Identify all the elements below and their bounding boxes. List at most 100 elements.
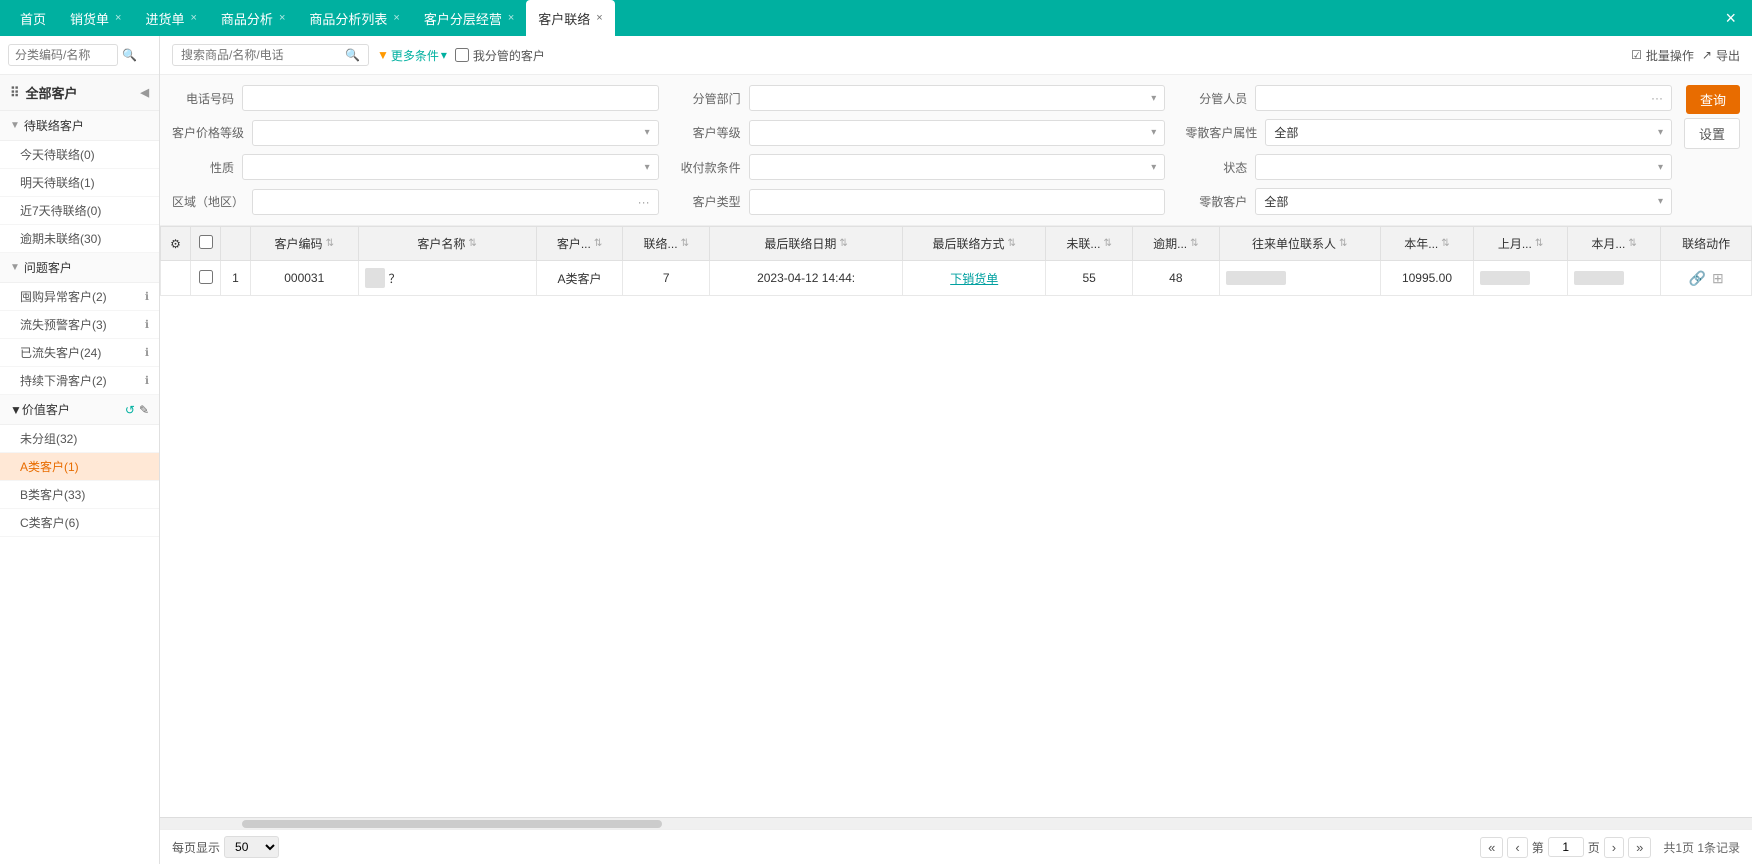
sort-code-icon[interactable]: ⇅: [326, 238, 334, 249]
customer-grade-chevron-icon: ▾: [1151, 127, 1156, 138]
sort-type-icon[interactable]: ⇅: [594, 238, 602, 249]
filter-payment-dropdown[interactable]: ▾: [749, 154, 1166, 180]
page-input[interactable]: [1548, 837, 1584, 857]
sidebar-group-problem-header[interactable]: ▼ 问题客户: [0, 253, 159, 283]
sidebar-all-customers[interactable]: ⠿ 全部客户 ◀: [0, 75, 159, 111]
close-product-tab[interactable]: ×: [279, 12, 285, 24]
filter-customer-type-input[interactable]: [749, 189, 1166, 215]
refresh-icon[interactable]: ↺: [125, 403, 135, 417]
close-product-list-tab[interactable]: ×: [393, 12, 399, 24]
my-customers-checkbox[interactable]: [455, 48, 469, 62]
filter-status-dropdown[interactable]: ▾: [1255, 154, 1672, 180]
sidebar-item-7days[interactable]: 近7天待联络(0): [0, 197, 159, 225]
filter-phone-input[interactable]: [242, 85, 659, 111]
sort-date-icon[interactable]: ⇅: [839, 238, 847, 249]
sidebar-search-input[interactable]: [8, 44, 118, 66]
customer-avatar: [365, 268, 385, 288]
next-page-btn[interactable]: ›: [1604, 837, 1624, 858]
batch-op-btn[interactable]: ☑ 批量操作: [1631, 47, 1694, 64]
col-gear: ⚙: [161, 227, 191, 261]
close-customer-contact-tab[interactable]: ×: [596, 12, 602, 24]
sort-overdue-icon[interactable]: ⇅: [1190, 238, 1198, 249]
sort-method-icon[interactable]: ⇅: [1008, 238, 1016, 249]
nav-product-list[interactable]: 商品分析列表 ×: [297, 0, 411, 36]
sidebar-item-tomorrow[interactable]: 明天待联络(1): [0, 169, 159, 197]
filter-price-grade-dropdown[interactable]: ▾: [252, 120, 659, 146]
sort-this-month-icon[interactable]: ⇅: [1628, 238, 1636, 249]
prev-page-btn[interactable]: ‹: [1507, 837, 1527, 858]
filter-customer-grade-dropdown[interactable]: ▾: [749, 120, 1166, 146]
sidebar-item-abnormal[interactable]: 囤购异常客户(2) ℹ: [0, 283, 159, 311]
row-checkbox[interactable]: [199, 270, 213, 284]
query-button[interactable]: 查询: [1686, 85, 1740, 114]
last-method-link[interactable]: 下销货单: [950, 272, 998, 286]
status-chevron-icon: ▾: [1658, 162, 1663, 173]
nav-home[interactable]: 首页: [8, 0, 58, 36]
sort-no-contact-icon[interactable]: ⇅: [1103, 238, 1111, 249]
nav-sales[interactable]: 销货单 ×: [58, 0, 133, 36]
col-overdue-header: 逾期... ⇅: [1132, 227, 1219, 261]
sidebar-group-pending-header[interactable]: ▼ 待联络客户: [0, 111, 159, 141]
sidebar-item-class-b[interactable]: B类客户(33): [0, 481, 159, 509]
filter-retail-dropdown[interactable]: 全部 ▾: [1255, 188, 1672, 215]
filter-customer-type: 客户类型: [679, 189, 1166, 215]
sidebar-item-class-c[interactable]: C类客户(6): [0, 509, 159, 537]
last-page-btn[interactable]: »: [1628, 837, 1651, 858]
filter-search-icon[interactable]: 🔍: [345, 48, 360, 62]
close-customer-segment-tab[interactable]: ×: [508, 12, 514, 24]
sort-contact-icon[interactable]: ⇅: [681, 238, 689, 249]
sort-name-icon[interactable]: ⇅: [468, 238, 476, 249]
filter-dept-dropdown[interactable]: ▾: [749, 85, 1166, 111]
adv-filter-row-2: 客户价格等级 ▾ 客户等级 ▾: [172, 119, 1672, 146]
sidebar-item-class-a[interactable]: A类客户(1): [0, 453, 159, 481]
sidebar-item-churn-warning[interactable]: 流失预警客户(3) ℹ: [0, 311, 159, 339]
filter-search-box: 🔍: [172, 44, 369, 66]
filter-nature-dropdown[interactable]: ▾: [242, 154, 659, 180]
col-no-contact-header: 未联... ⇅: [1046, 227, 1133, 261]
cell-last-date: 2023-04-12 14:44:: [710, 261, 903, 296]
settings-button[interactable]: 设置: [1684, 118, 1740, 149]
page-size-dropdown[interactable]: 20 50 100 200: [224, 836, 279, 858]
sidebar-item-today[interactable]: 今天待联络(0): [0, 141, 159, 169]
edit-icon[interactable]: ✎: [139, 403, 149, 417]
gear-icon[interactable]: ⚙: [170, 237, 181, 251]
nav-product-analysis[interactable]: 商品分析 ×: [209, 0, 297, 36]
sidebar-item-churned[interactable]: 已流失客户(24) ℹ: [0, 339, 159, 367]
sort-last-month-icon[interactable]: ⇅: [1535, 238, 1543, 249]
contact-link-icon[interactable]: 🔗: [1689, 270, 1706, 287]
filter-region-input[interactable]: ···: [252, 189, 659, 215]
filter-more-btn[interactable]: ▼ 更多条件 ▾: [377, 47, 447, 64]
nav-customer-contact[interactable]: 客户联络 ×: [526, 0, 614, 36]
export-btn[interactable]: ↗ 导出: [1702, 47, 1740, 64]
cell-index: 1: [221, 261, 251, 296]
select-all-checkbox[interactable]: [199, 235, 213, 249]
main-layout: 🔍 ⠿ 全部客户 ◀ ▼ 待联络客户 今天待联络(0) 明天待联络(1) 近7天…: [0, 36, 1752, 864]
close-purchase-tab[interactable]: ×: [190, 12, 196, 24]
nav-customer-segment[interactable]: 客户分层经营 ×: [412, 0, 526, 36]
col-last-month-header: 上月... ⇅: [1474, 227, 1568, 261]
filter-person-input[interactable]: ···: [1255, 85, 1672, 111]
sidebar-item-declining[interactable]: 持续下滑客户(2) ℹ: [0, 367, 159, 395]
filter-retail-attr-dropdown[interactable]: 全部 ▾: [1265, 119, 1672, 146]
filter-nature: 性质 ▾: [172, 154, 659, 180]
sidebar-search-icon[interactable]: 🔍: [122, 48, 137, 62]
collapse-sidebar-icon[interactable]: ◀: [141, 86, 149, 99]
cell-checkbox: [191, 261, 221, 296]
first-page-btn[interactable]: «: [1480, 837, 1503, 858]
my-customers-filter[interactable]: 我分管的客户: [455, 47, 545, 64]
contact-grid-icon[interactable]: ⊞: [1712, 270, 1724, 287]
sidebar-item-overdue[interactable]: 逾期未联络(30): [0, 225, 159, 253]
sidebar-group-value-header[interactable]: ▼ 价值客户 ↺ ✎: [0, 395, 159, 425]
close-sales-tab[interactable]: ×: [115, 12, 121, 24]
sort-unit-contact-icon[interactable]: ⇅: [1339, 238, 1347, 249]
horizontal-scrollbar[interactable]: [160, 817, 1752, 829]
sort-this-year-icon[interactable]: ⇅: [1441, 238, 1449, 249]
content-area: 🔍 ▼ 更多条件 ▾ 我分管的客户 ☑ 批量操作 ↗ 导出: [160, 36, 1752, 864]
sidebar-item-ungroup[interactable]: 未分组(32): [0, 425, 159, 453]
filter-search-input[interactable]: [181, 48, 341, 62]
close-all-btn[interactable]: ×: [1717, 8, 1744, 29]
info-icon-1: ℹ: [145, 290, 149, 303]
adv-filter-row-1: 电话号码 分管部门 ▾ 分管人员: [172, 85, 1672, 111]
nav-purchase[interactable]: 进货单 ×: [133, 0, 208, 36]
scrollbar-thumb[interactable]: [242, 820, 662, 828]
